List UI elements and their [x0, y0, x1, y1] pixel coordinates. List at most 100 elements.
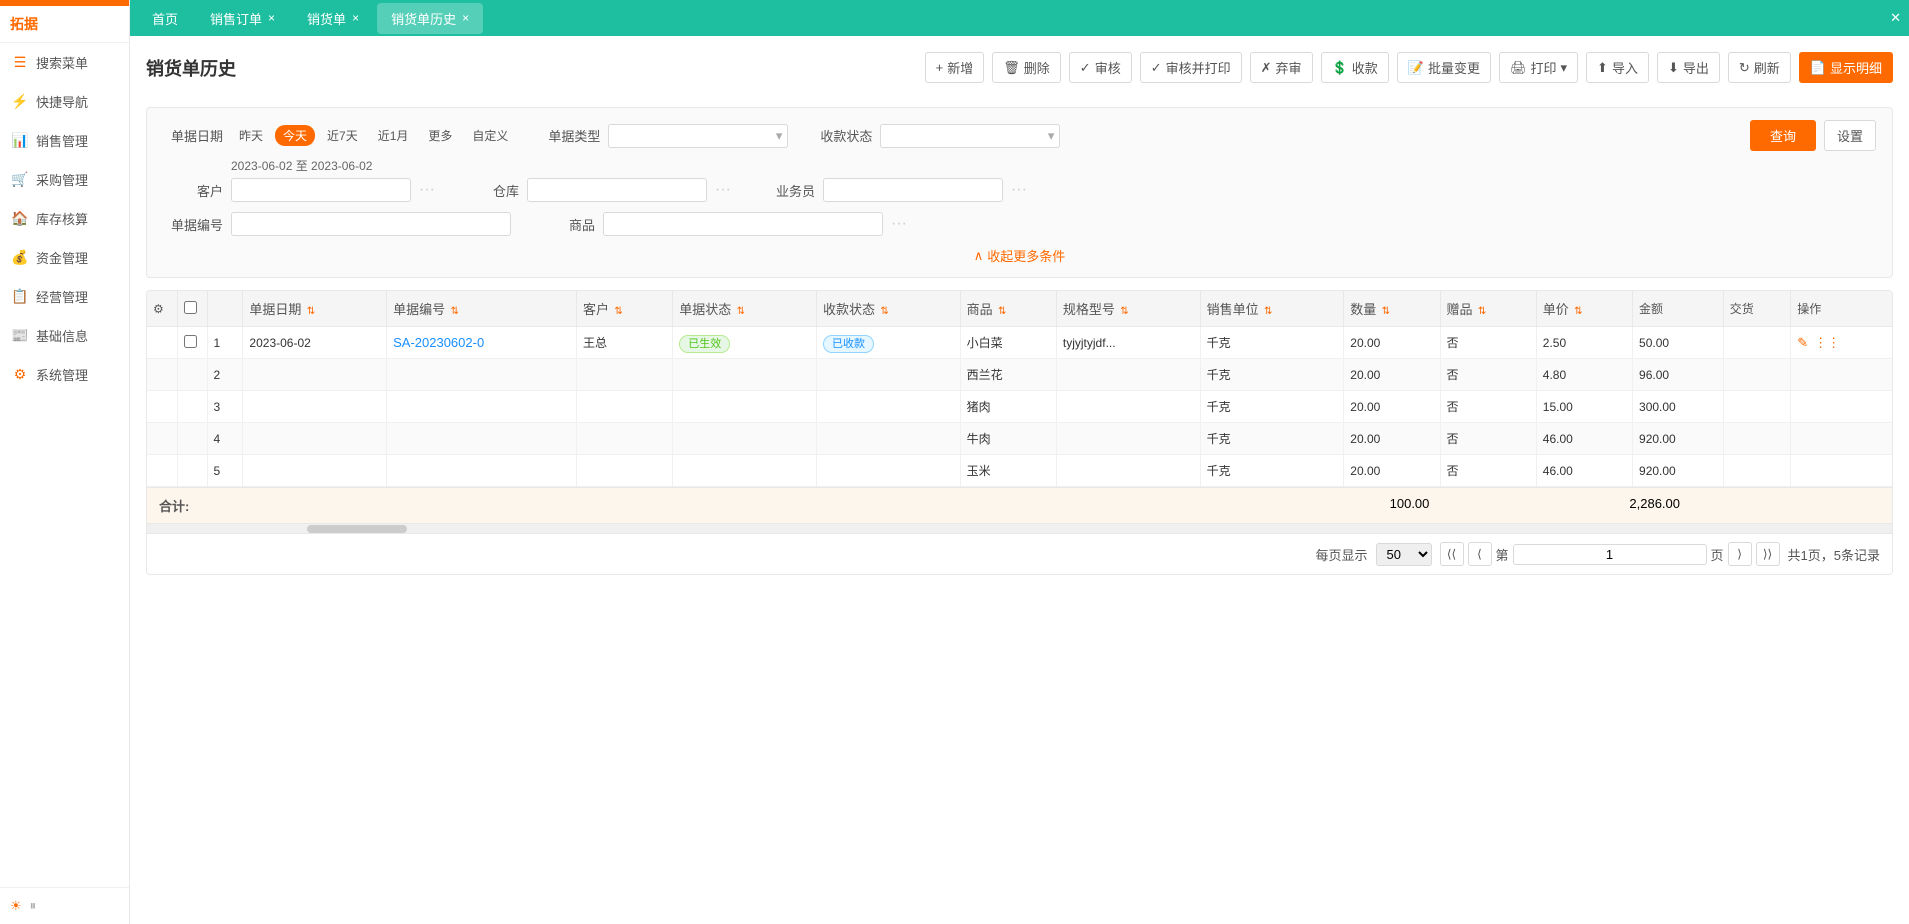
col-spec[interactable]: 规格型号 ⇅ — [1056, 291, 1200, 327]
close-window-icon[interactable]: ✕ — [1890, 10, 1901, 26]
cell-doc-status — [673, 391, 817, 423]
sidebar-bottom-icon1[interactable]: ☀ — [10, 898, 22, 914]
col-doc-number[interactable]: 单据编号 ⇅ — [387, 291, 577, 327]
sidebar-bottom-icon2[interactable]: ⏸ — [30, 898, 37, 914]
show-detail-button[interactable]: 📄 显示明细 — [1799, 52, 1893, 83]
sidebar-item-system-mgmt[interactable]: ⚙ 系统管理 — [0, 355, 129, 394]
cell-unit-price: 4.80 — [1536, 359, 1632, 391]
doc-number-link[interactable]: SA-20230602-0 — [393, 335, 484, 350]
sidebar-item-finance[interactable]: 💰 资金管理 — [0, 238, 129, 277]
sidebar-item-purchase-mgmt[interactable]: 🛒 采购管理 — [0, 160, 129, 199]
sidebar-item-inventory[interactable]: 🏠 库存核算 — [0, 199, 129, 238]
sales-icon: 📊 — [12, 133, 28, 149]
col-gift[interactable]: 赠品 ⇅ — [1440, 291, 1536, 327]
col-unit-price[interactable]: 单价 ⇅ — [1536, 291, 1632, 327]
col-unit[interactable]: 销售单位 ⇅ — [1200, 291, 1344, 327]
tab-home[interactable]: 首页 — [138, 3, 192, 34]
sidebar-item-basic-info[interactable]: 📰 基础信息 — [0, 316, 129, 355]
filter-warehouse-input[interactable] — [527, 178, 707, 202]
table-row: 12023-06-02SA-20230602-0王总已生效已收款小白菜tyjyj… — [147, 327, 1892, 359]
filter-payment-status-input[interactable] — [880, 124, 1060, 148]
audit-print-button[interactable]: ✓ 审核并打印 — [1140, 52, 1242, 83]
filter-product-input[interactable] — [603, 212, 883, 236]
tab-sales-goods-close[interactable]: × — [352, 11, 359, 25]
col-product-sort: ⇅ — [998, 306, 1006, 317]
col-product[interactable]: 商品 ⇅ — [960, 291, 1056, 327]
abandon-button[interactable]: ✗ 弃审 — [1250, 52, 1313, 83]
cell-transaction — [1723, 359, 1791, 391]
product-more-icon[interactable]: ··· — [891, 215, 907, 233]
data-table: ⚙ 单据日期 ⇅ 单据编号 ⇅ — [147, 291, 1892, 487]
col-customer[interactable]: 客户 ⇅ — [577, 291, 673, 327]
tab-sales-order-close[interactable]: × — [268, 11, 275, 25]
cell-unit: 千克 — [1200, 359, 1344, 391]
col-doc-date[interactable]: 单据日期 ⇅ — [243, 291, 387, 327]
date-tab-today[interactable]: 今天 — [275, 125, 315, 146]
date-tab-yesterday[interactable]: 昨天 — [231, 125, 271, 146]
select-all-checkbox[interactable] — [184, 301, 197, 314]
date-tab-7days[interactable]: 近7天 — [319, 125, 366, 146]
collapse-filter-button[interactable]: ∧ 收起更多条件 — [163, 246, 1876, 265]
audit-print-icon: ✓ — [1151, 60, 1162, 76]
sidebar-item-label: 搜索菜单 — [36, 53, 88, 72]
export-button[interactable]: ⬇ 导出 — [1657, 52, 1720, 83]
date-tab-custom[interactable]: 自定义 — [464, 125, 516, 146]
edit-icon[interactable]: ✎ — [1797, 335, 1808, 351]
settings-button[interactable]: 设置 — [1824, 120, 1876, 151]
filter-doctype-input[interactable] — [608, 124, 788, 148]
sidebar-item-label: 采购管理 — [36, 170, 88, 189]
collect-button[interactable]: 💲 收款 — [1321, 52, 1389, 83]
import-button[interactable]: ⬆ 导入 — [1586, 52, 1649, 83]
tab-sales-goods[interactable]: 销货单 × — [293, 3, 373, 34]
more-icon[interactable]: ⋮⋮ — [1814, 335, 1840, 351]
filter-customer-input[interactable] — [231, 178, 411, 202]
sidebar-item-operations[interactable]: 📋 经营管理 — [0, 277, 129, 316]
cell-product: 玉米 — [960, 455, 1056, 487]
last-page-button[interactable]: ⟩⟩ — [1756, 542, 1780, 566]
date-tab-1month[interactable]: 近1月 — [370, 125, 417, 146]
col-payment-status[interactable]: 收款状态 ⇅ — [816, 291, 960, 327]
col-quantity[interactable]: 数量 ⇅ — [1344, 291, 1440, 327]
cell-doc-status: 已生效 — [673, 327, 817, 359]
prev-page-button[interactable]: ⟨ — [1468, 542, 1492, 566]
refresh-button[interactable]: ↻ 刷新 — [1728, 52, 1791, 83]
system-icon: ⚙ — [12, 367, 28, 383]
tab-sales-history[interactable]: 销货单历史 × — [377, 3, 483, 34]
sidebar-item-quick-nav[interactable]: ⚡ 快捷导航 — [0, 82, 129, 121]
warehouse-more-icon[interactable]: ··· — [715, 181, 731, 199]
tab-sales-order[interactable]: 销售订单 × — [196, 3, 289, 34]
sidebar-item-sales-mgmt[interactable]: 📊 销售管理 — [0, 121, 129, 160]
cell-doc-number — [387, 455, 577, 487]
per-page-select[interactable]: 50 100 200 — [1376, 543, 1432, 566]
col-doc-status[interactable]: 单据状态 ⇅ — [673, 291, 817, 327]
salesperson-more-icon[interactable]: ··· — [1011, 181, 1027, 199]
table-row: 5玉米千克20.00否46.00920.00 — [147, 455, 1892, 487]
tab-sales-order-label: 销售订单 — [210, 9, 262, 28]
batch-change-button[interactable]: 📝 批量变更 — [1397, 52, 1491, 83]
cell-gear — [147, 327, 177, 359]
print-button[interactable]: 🖨 打印 ▾ — [1499, 52, 1578, 83]
query-button[interactable]: 查询 — [1750, 120, 1816, 151]
cell-spec — [1056, 391, 1200, 423]
purchase-icon: 🛒 — [12, 172, 28, 188]
customer-more-icon[interactable]: ··· — [419, 181, 435, 199]
audit-button[interactable]: ✓ 审核 — [1069, 52, 1132, 83]
tab-sales-history-close[interactable]: × — [462, 11, 469, 25]
delete-button[interactable]: 🗑 删除 — [992, 52, 1061, 83]
row-checkbox[interactable] — [184, 335, 197, 348]
main-area: 首页 销售订单 × 销货单 × 销货单历史 × ✕ 销货单历史 + 新增 — [130, 0, 1909, 924]
filter-salesperson-input[interactable] — [823, 178, 1003, 202]
date-tab-more[interactable]: 更多 — [420, 125, 460, 146]
collect-label: 收款 — [1352, 58, 1378, 77]
sidebar-item-search-menu[interactable]: ☰ 搜索菜单 — [0, 43, 129, 82]
first-page-button[interactable]: ⟨⟨ — [1440, 542, 1464, 566]
cell-gift: 否 — [1440, 359, 1536, 391]
add-button[interactable]: + 新增 — [925, 52, 985, 83]
cell-transaction — [1723, 423, 1791, 455]
filter-docnum-input[interactable] — [231, 212, 511, 236]
horizontal-scrollbar[interactable] — [147, 523, 1892, 533]
cell-quantity: 20.00 — [1344, 455, 1440, 487]
filter-product-label: 商品 — [535, 215, 595, 234]
next-page-button[interactable]: ⟩ — [1728, 542, 1752, 566]
page-number-input[interactable] — [1513, 544, 1707, 565]
